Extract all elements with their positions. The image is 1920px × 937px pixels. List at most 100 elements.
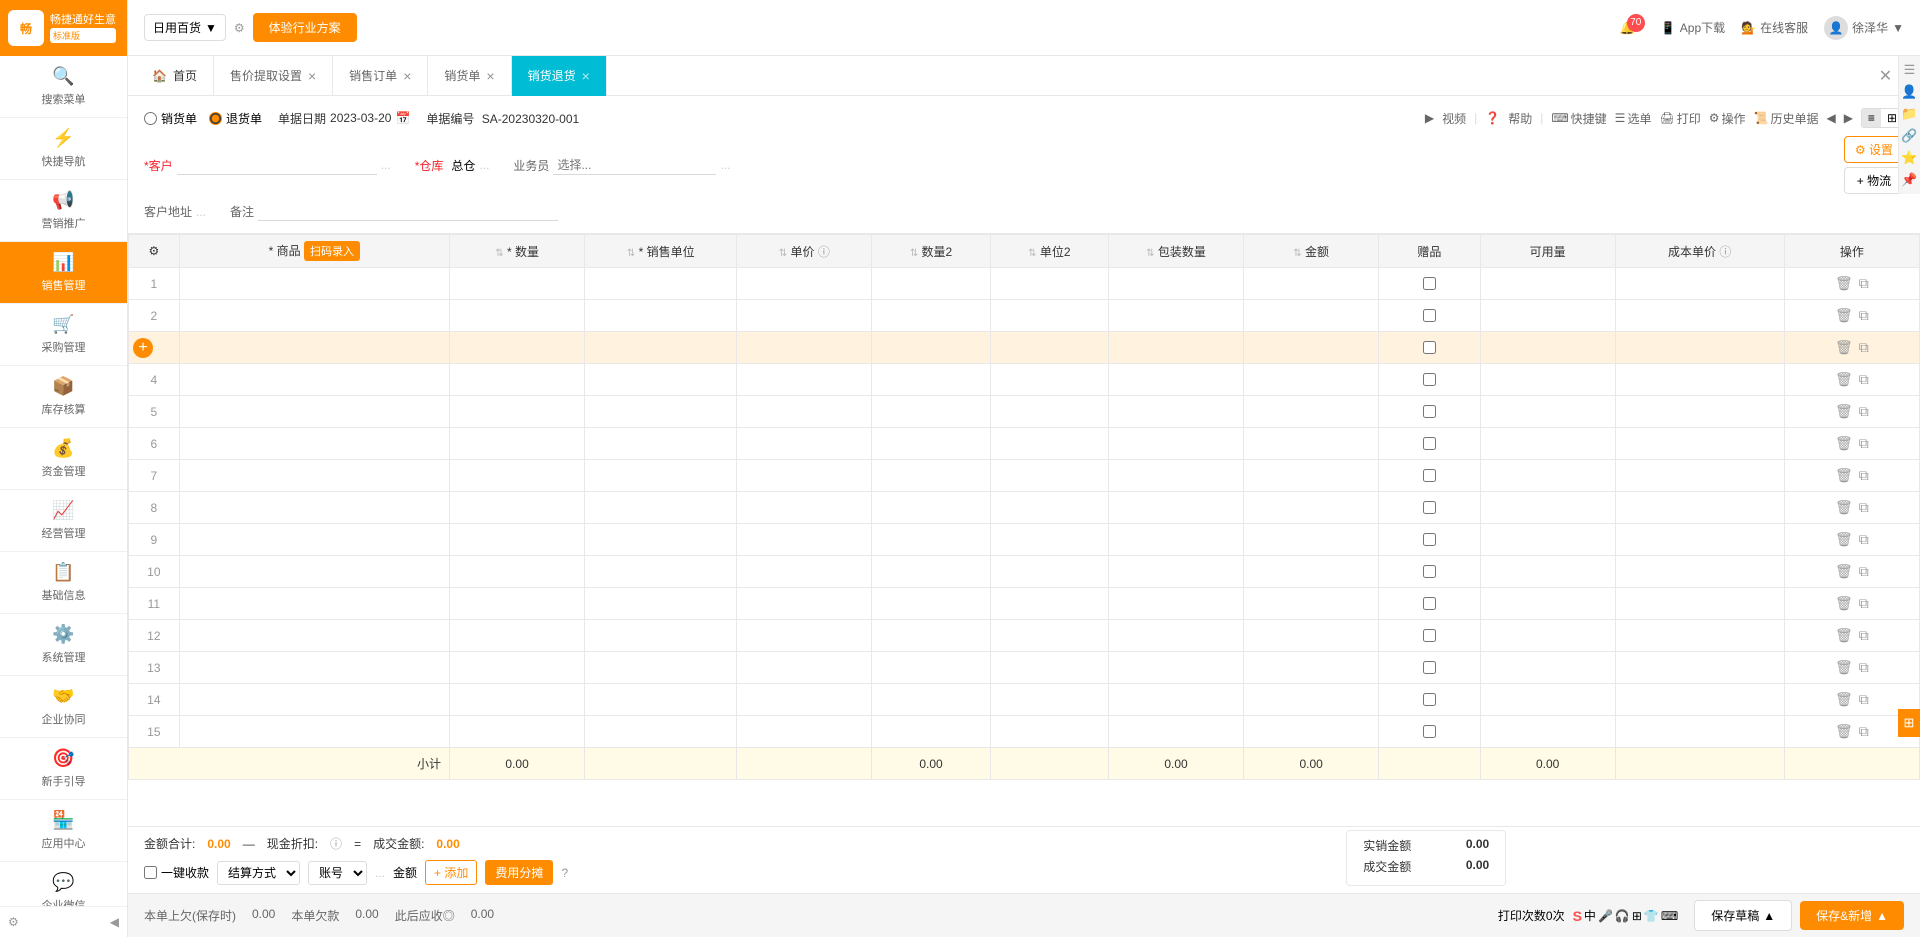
icon-keyboard[interactable]: ⌨	[1661, 909, 1678, 923]
product-cell-2[interactable]	[179, 300, 449, 332]
gift-checkbox-9[interactable]	[1423, 533, 1436, 546]
sort-icon-amount[interactable]: ⇅	[1293, 248, 1301, 259]
sort-icon-qty2[interactable]: ⇅	[910, 248, 918, 259]
tab-close-sales-order[interactable]: ×	[403, 68, 411, 84]
delete-icon-new[interactable]: 🗑	[1835, 339, 1853, 356]
app-download-btn[interactable]: 📱 App下载	[1661, 19, 1725, 36]
sort-icon-price[interactable]: ⇅	[779, 248, 787, 259]
close-tab-btn[interactable]: ✕	[1877, 66, 1894, 86]
sort-icon-unit2[interactable]: ⇅	[1028, 248, 1036, 259]
copy-icon-15[interactable]: ⧉	[1859, 723, 1869, 740]
history-btn[interactable]: 📜 历史单据	[1753, 110, 1818, 127]
save-draft-btn[interactable]: 保存草稿 ▲	[1694, 900, 1792, 931]
add-payment-btn[interactable]: + 添加	[425, 860, 477, 885]
radio-delivery-input[interactable]	[144, 112, 157, 125]
pack-cell-1[interactable]	[1108, 268, 1243, 300]
delete-icon-13[interactable]: 🗑	[1835, 659, 1853, 676]
new-qty-cell[interactable]	[450, 332, 585, 364]
account-no-select[interactable]: 账号	[308, 861, 367, 885]
sidebar-collapse-icon[interactable]: ◀	[110, 915, 119, 929]
new-price-cell[interactable]	[737, 332, 872, 364]
sidebar-item-search[interactable]: 🔍 搜索菜单	[0, 56, 127, 118]
gift-checkbox-1[interactable]	[1423, 277, 1436, 290]
delete-icon-12[interactable]: 🗑	[1835, 627, 1853, 644]
save-new-btn[interactable]: 保存&新增 ▲	[1800, 901, 1904, 930]
sort-icon-qty[interactable]: ⇅	[495, 248, 503, 259]
new-amount-cell[interactable]	[1244, 332, 1379, 364]
copy-icon-6[interactable]: ⧉	[1859, 435, 1869, 452]
user-menu[interactable]: 👤 徐泽华 ▼	[1824, 16, 1904, 40]
sidebar-item-appstore[interactable]: 🏪 应用中心	[0, 800, 127, 862]
copy-icon-1[interactable]: ⧉	[1859, 275, 1869, 292]
copy-icon-14[interactable]: ⧉	[1859, 691, 1869, 708]
gift-checkbox-7[interactable]	[1423, 469, 1436, 482]
help-btn[interactable]: 帮助	[1508, 110, 1532, 127]
rp-icon-4[interactable]: 🔗	[1900, 126, 1920, 146]
sidebar-item-sales[interactable]: 📊 销售管理	[0, 242, 127, 304]
amount-cell-2[interactable]	[1244, 300, 1379, 332]
note-input[interactable]	[258, 202, 558, 221]
new-pack-cell[interactable]	[1108, 332, 1243, 364]
gift-checkbox-8[interactable]	[1423, 501, 1436, 514]
copy-icon-10[interactable]: ⧉	[1859, 563, 1869, 580]
calendar-icon[interactable]: 📅	[395, 111, 410, 125]
delete-icon-11[interactable]: 🗑	[1835, 595, 1853, 612]
notification-wrap[interactable]: 🔔 70	[1620, 21, 1645, 35]
cost-cell-1[interactable]	[1615, 268, 1784, 300]
copy-icon-13[interactable]: ⧉	[1859, 659, 1869, 676]
gift-cell-1[interactable]	[1379, 268, 1480, 300]
salesperson-dots[interactable]: ...	[720, 158, 730, 172]
tab-home[interactable]: 🏠 首页	[136, 56, 214, 96]
avail-cell-1[interactable]	[1480, 268, 1615, 300]
sort-icon-unit[interactable]: ⇅	[627, 248, 635, 259]
accounting-method-select[interactable]: 结算方式	[217, 861, 300, 885]
add-row-btn[interactable]: +	[133, 338, 153, 358]
logistics-btn[interactable]: + 物流	[1844, 167, 1904, 194]
sidebar-settings-icon[interactable]: ⚙	[8, 915, 19, 929]
price-info-icon[interactable]: ⓘ	[818, 245, 830, 259]
avail-cell-2[interactable]	[1480, 300, 1615, 332]
delete-icon-10[interactable]: 🗑	[1835, 563, 1853, 580]
delete-icon-14[interactable]: 🗑	[1835, 691, 1853, 708]
payment-checkbox[interactable]	[144, 866, 157, 879]
sidebar-item-enterprise[interactable]: 🤝 企业协同	[0, 676, 127, 738]
rp-icon-5[interactable]: ⭐	[1900, 148, 1920, 168]
price-cell-1[interactable]	[737, 268, 872, 300]
icon-grid[interactable]: ⊞	[1632, 909, 1642, 923]
sidebar-item-wechat[interactable]: 💬 企业微信	[0, 862, 127, 906]
rp-icon-3[interactable]: 📁	[1900, 104, 1920, 124]
address-dots[interactable]: ...	[196, 205, 206, 219]
industry-selector[interactable]: 日用百货 ▼	[144, 14, 226, 41]
radio-return-input[interactable]	[209, 112, 222, 125]
gift-checkbox-15[interactable]	[1423, 725, 1436, 738]
operate-btn[interactable]: ⚙ 操作	[1709, 110, 1746, 127]
shortcut-btn[interactable]: ⌨ 快捷键	[1551, 110, 1606, 127]
tab-sales-order[interactable]: 销售订单 ×	[333, 56, 428, 96]
qty2-cell-2[interactable]	[872, 300, 990, 332]
tab-close-sales-delivery[interactable]: ×	[486, 68, 494, 84]
sidebar-item-purchase[interactable]: 🛒 采购管理	[0, 304, 127, 366]
copy-icon-8[interactable]: ⧉	[1859, 499, 1869, 516]
gift-checkbox-14[interactable]	[1423, 693, 1436, 706]
new-unit2-cell[interactable]	[990, 332, 1108, 364]
scan-btn[interactable]: 扫码录入	[304, 241, 360, 261]
gift-checkbox-10[interactable]	[1423, 565, 1436, 578]
view-list-btn[interactable]: ≡	[1862, 109, 1881, 127]
gift-checkbox-5[interactable]	[1423, 405, 1436, 418]
settings-icon[interactable]: ⚙	[148, 244, 159, 258]
amount-cell-1[interactable]	[1244, 268, 1379, 300]
experience-btn[interactable]: 体验行业方案	[253, 13, 357, 42]
copy-icon-2[interactable]: ⧉	[1859, 307, 1869, 324]
copy-icon-5[interactable]: ⧉	[1859, 403, 1869, 420]
icon-mic[interactable]: 🎤	[1598, 909, 1613, 923]
settings-btn[interactable]: ⚙ 设置	[1844, 136, 1904, 163]
copy-icon-9[interactable]: ⧉	[1859, 531, 1869, 548]
sidebar-item-operations[interactable]: 📈 经营管理	[0, 490, 127, 552]
product-cell-1[interactable]	[179, 268, 449, 300]
rp-icon-2[interactable]: 👤	[1900, 82, 1920, 102]
delete-icon-15[interactable]: 🗑	[1835, 723, 1853, 740]
new-qty2-cell[interactable]	[872, 332, 990, 364]
tab-price-settings[interactable]: 售价提取设置 ×	[214, 56, 333, 96]
delete-icon-2[interactable]: 🗑	[1835, 307, 1853, 324]
gift-checkbox-new[interactable]	[1423, 341, 1436, 354]
